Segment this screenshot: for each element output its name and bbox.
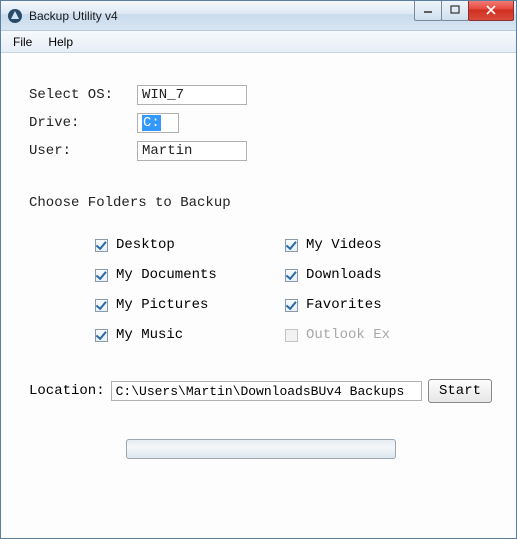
os-label: Select OS: [29,87,137,103]
user-input[interactable]: Martin [137,141,247,161]
window-title: Backup Utility v4 [29,9,415,23]
close-button[interactable] [468,1,514,21]
row-drive: Drive: C: [29,111,492,135]
checkbox-icon [285,269,298,282]
chk-my-documents[interactable]: My Documents [95,267,285,283]
checkbox-icon [95,299,108,312]
checkbox-icon [95,269,108,282]
chk-label: My Documents [116,267,217,283]
checkbox-icon [95,239,108,252]
chk-label: Favorites [306,297,382,313]
row-user: User: Martin [29,139,492,163]
location-row: Location: C:\Users\Martin\DownloadsBUv4 … [29,379,492,403]
checkbox-icon [285,239,298,252]
app-window: Backup Utility v4 File Help Select OS: W… [0,0,517,539]
chk-my-music[interactable]: My Music [95,327,285,343]
titlebar[interactable]: Backup Utility v4 [1,1,516,31]
chk-label: Desktop [116,237,175,253]
folders-title: Choose Folders to Backup [29,195,492,211]
folders-grid: Desktop My Videos My Documents Downloads… [29,237,492,343]
location-label: Location: [29,383,105,399]
chk-label: My Music [116,327,183,343]
checkbox-icon [95,329,108,342]
checkbox-icon [285,329,298,342]
maximize-button[interactable] [441,1,469,21]
drive-input[interactable]: C: [137,113,179,133]
chk-favorites[interactable]: Favorites [285,297,492,313]
checkbox-icon [285,299,298,312]
chk-label: Outlook Ex [306,327,390,343]
row-os: Select OS: WIN_7 [29,83,492,107]
menu-help[interactable]: Help [40,33,81,51]
user-label: User: [29,143,137,159]
chk-label: My Videos [306,237,382,253]
app-icon [7,8,23,24]
start-button[interactable]: Start [428,379,492,403]
client-area: Select OS: WIN_7 Drive: C: User: Martin … [1,53,516,538]
chk-downloads[interactable]: Downloads [285,267,492,283]
drive-label: Drive: [29,115,137,131]
chk-my-pictures[interactable]: My Pictures [95,297,285,313]
progress-bar [126,439,396,459]
chk-label: My Pictures [116,297,208,313]
chk-outlook-ex[interactable]: Outlook Ex [285,327,492,343]
window-controls [415,1,514,21]
minimize-button[interactable] [414,1,442,21]
location-input[interactable]: C:\Users\Martin\DownloadsBUv4 Backups [111,381,422,401]
progress-wrap [29,439,492,459]
chk-desktop[interactable]: Desktop [95,237,285,253]
os-input[interactable]: WIN_7 [137,85,247,105]
menubar: File Help [1,31,516,53]
chk-label: Downloads [306,267,382,283]
menu-file[interactable]: File [5,33,40,51]
chk-my-videos[interactable]: My Videos [285,237,492,253]
